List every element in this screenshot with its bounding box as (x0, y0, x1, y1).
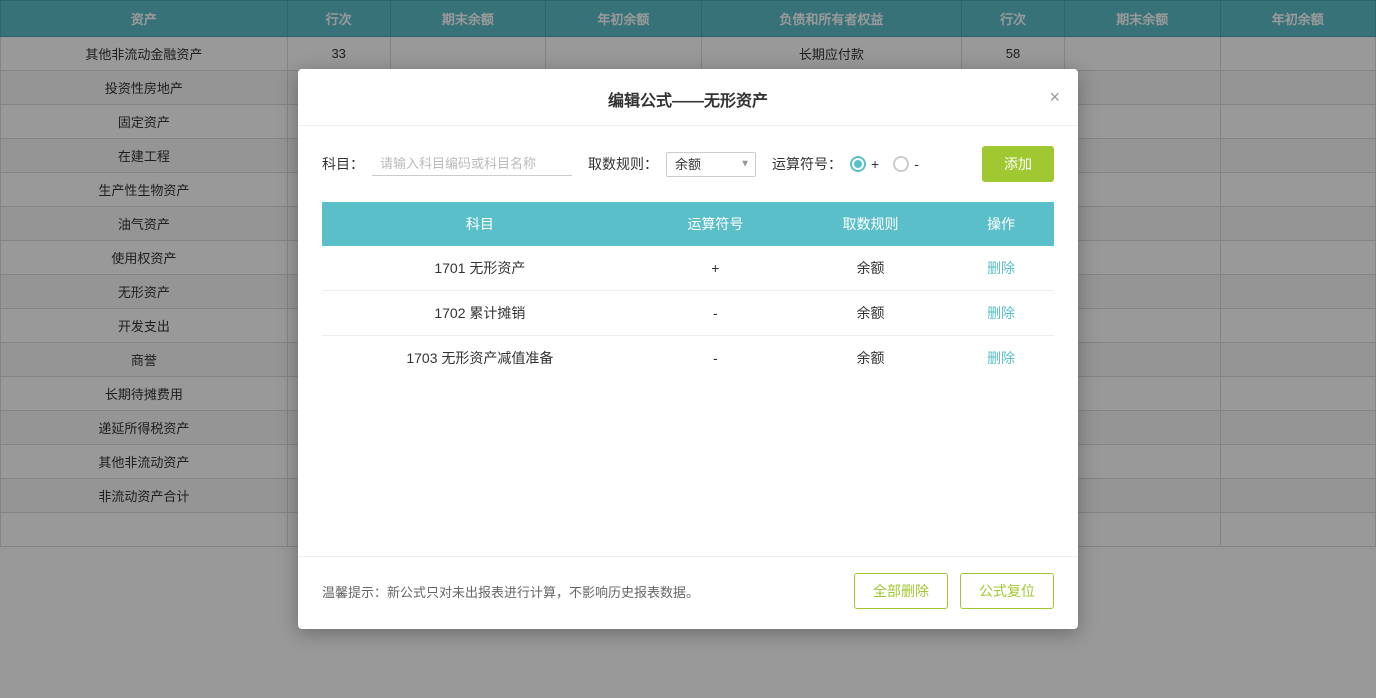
delete-row2-button[interactable]: 删除 (987, 303, 1015, 323)
row1-action: 删除 (948, 246, 1054, 291)
modal-title: 编辑公式——无形资产 (608, 87, 768, 111)
row1-subject: 1701 无形资产 (322, 246, 638, 291)
modal-body: 科目： 取数规则： 余额 借方 贷方 借方发生额 贷方发生额 ▼ (298, 126, 1078, 556)
row2-operator: - (638, 291, 793, 336)
subject-input[interactable] (372, 152, 572, 176)
operator-minus-radio[interactable]: - (893, 156, 919, 172)
modal-dialog: 编辑公式——无形资产 × 科目： 取数规则： 余额 借方 贷方 (298, 69, 1078, 629)
delete-row1-button[interactable]: 删除 (987, 258, 1015, 278)
rule-select[interactable]: 余额 借方 贷方 借方发生额 贷方发生额 (666, 152, 756, 177)
row3-subject: 1703 无形资产减值准备 (322, 336, 638, 381)
col-subject-header: 科目 (322, 202, 638, 246)
col-action-header: 操作 (948, 202, 1054, 246)
table-row: 1703 无形资产减值准备 - 余额 删除 (322, 336, 1054, 381)
modal-overlay: 编辑公式——无形资产 × 科目： 取数规则： 余额 借方 贷方 (0, 0, 1376, 698)
subject-label: 科目： (322, 154, 364, 174)
table-row: 1701 无形资产 + 余额 删除 (322, 246, 1054, 291)
operator-plus-label: + (871, 156, 879, 172)
modal-footer: 温馨提示：新公式只对未出报表进行计算，不影响历史报表数据。 全部删除 公式复位 (298, 556, 1078, 629)
operator-group: 运算符号： + - (772, 154, 919, 174)
row2-rule: 余额 (793, 291, 948, 336)
form-row: 科目： 取数规则： 余额 借方 贷方 借方发生额 贷方发生额 ▼ (322, 146, 1054, 182)
add-button[interactable]: 添加 (982, 146, 1054, 182)
operator-label: 运算符号： (772, 154, 842, 174)
row3-rule: 余额 (793, 336, 948, 381)
rule-group: 取数规则： 余额 借方 贷方 借方发生额 贷方发生额 ▼ (588, 152, 756, 177)
formula-table: 科目 运算符号 取数规则 操作 1701 无形资产 + 余额 删除 (322, 202, 1054, 380)
row3-operator: - (638, 336, 793, 381)
row2-subject: 1702 累计摊销 (322, 291, 638, 336)
footer-hint: 温馨提示：新公式只对未出报表进行计算，不影响历史报表数据。 (322, 582, 699, 601)
modal-header: 编辑公式——无形资产 × (298, 69, 1078, 126)
radio-circle-plus (850, 156, 866, 172)
row1-operator: + (638, 246, 793, 291)
delete-row3-button[interactable]: 删除 (987, 348, 1015, 368)
operator-radio-group: + - (850, 156, 919, 172)
modal-close-button[interactable]: × (1049, 88, 1060, 106)
col-operator-header: 运算符号 (638, 202, 793, 246)
rule-label: 取数规则： (588, 154, 658, 174)
rule-select-wrapper: 余额 借方 贷方 借方发生额 贷方发生额 ▼ (666, 152, 756, 177)
table-row: 1702 累计摊销 - 余额 删除 (322, 291, 1054, 336)
delete-all-button[interactable]: 全部删除 (854, 573, 948, 609)
reset-formula-button[interactable]: 公式复位 (960, 573, 1054, 609)
row2-action: 删除 (948, 291, 1054, 336)
radio-circle-minus (893, 156, 909, 172)
row3-action: 删除 (948, 336, 1054, 381)
operator-plus-radio[interactable]: + (850, 156, 879, 172)
footer-buttons: 全部删除 公式复位 (854, 573, 1054, 609)
operator-minus-label: - (914, 156, 919, 172)
subject-group: 科目： (322, 152, 572, 176)
row1-rule: 余额 (793, 246, 948, 291)
col-rule-header: 取数规则 (793, 202, 948, 246)
